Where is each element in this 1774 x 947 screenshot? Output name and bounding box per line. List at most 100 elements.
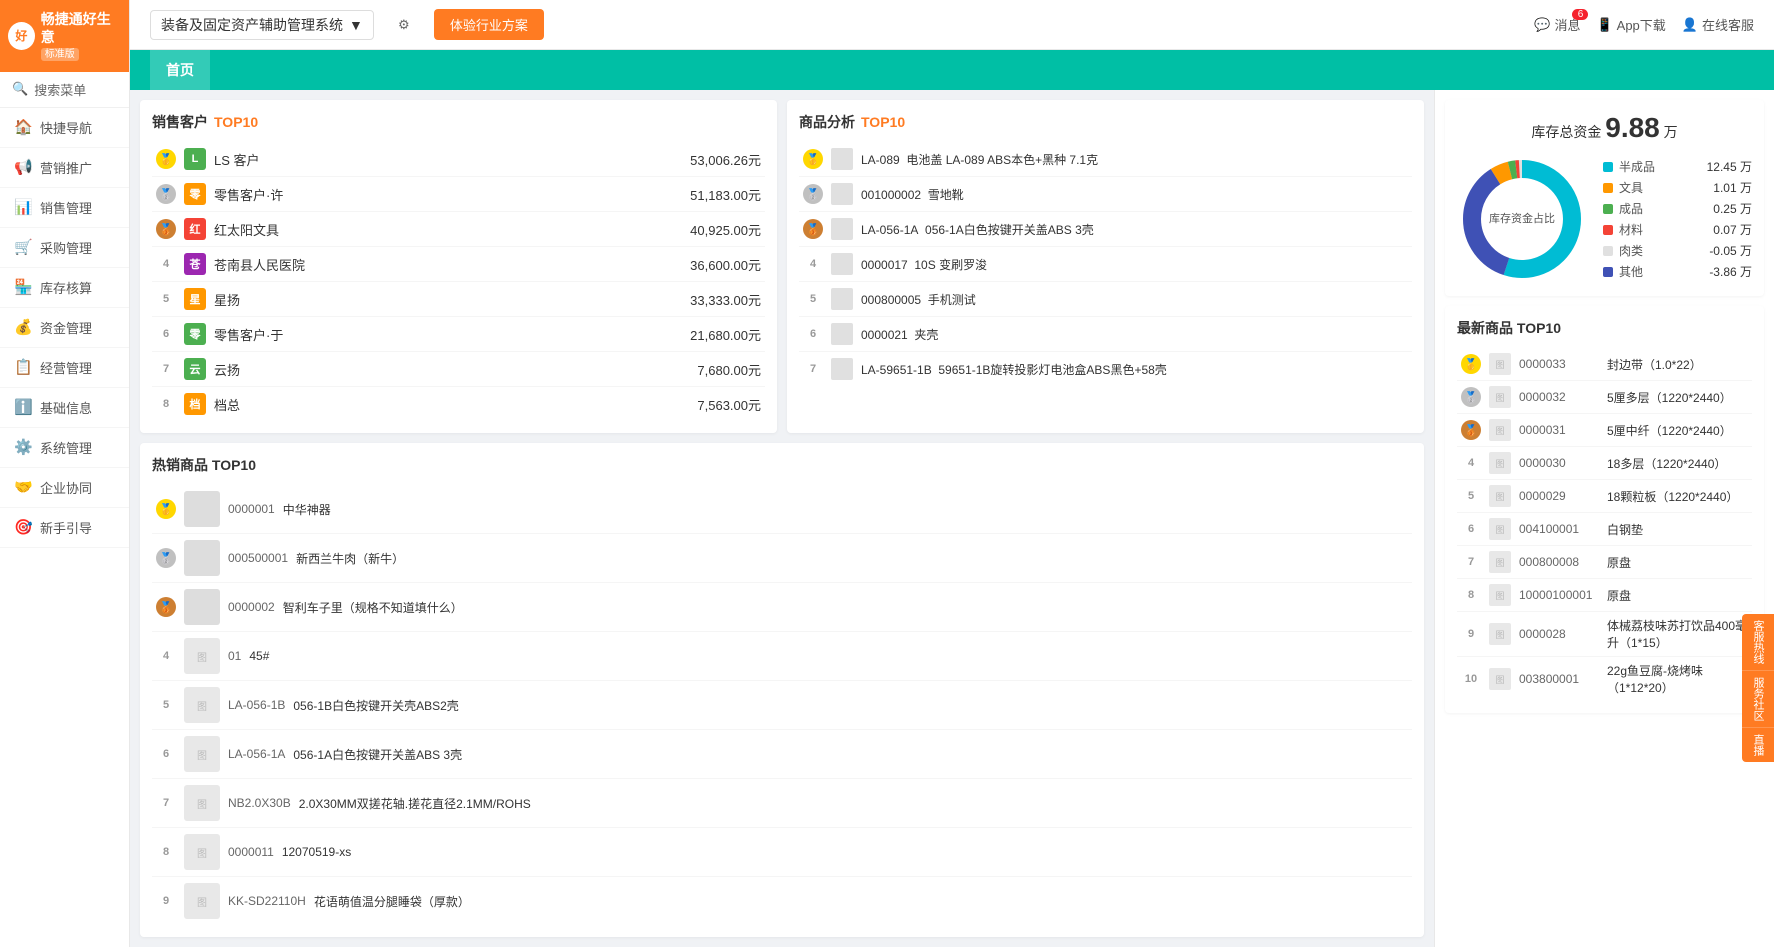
customer-name: 星扬 [214,290,682,309]
np-thumb: 图 [1489,518,1511,540]
customer-name: 零售客户·许 [214,185,682,204]
donut-chart: 库存资金占比 [1457,154,1587,284]
top-customer-row[interactable]: 🥈 零 零售客户·许 51,183.00元 [152,177,765,212]
sidebar-item-marketing[interactable]: 📢 营销推广 [0,148,129,188]
new-product-row[interactable]: 8 图 10000100001 原盘 [1457,579,1752,612]
new-products-card: 最新商品 TOP10 🥇 图 0000033 封边带（1.0*22） 🥈 图 0… [1445,306,1764,713]
new-product-row[interactable]: 🥇 图 0000033 封边带（1.0*22） [1457,348,1752,381]
top-product-row[interactable]: 6 0000021 夹壳 [799,317,1412,352]
hot-product-row[interactable]: 9 图 KK-SD22110H 花语萌值温分腿睡袋（厚款） [152,877,1412,925]
product-name: 2.0X30MM双搓花轴.搓花直径2.1MM/ROHS [299,795,531,812]
top-customer-row[interactable]: 6 零 零售客户·于 21,680.00元 [152,317,765,352]
sidebar-item-sales[interactable]: 📊 销售管理 [0,188,129,228]
legend-material: 材料 0.07 万 [1603,221,1752,238]
tab-home[interactable]: 首页 [150,50,210,90]
np-name: 白钢垫 [1607,521,1748,538]
float-community[interactable]: 服务社区 [1742,671,1774,728]
top-customer-row[interactable]: 8 档 档总 7,563.00元 [152,387,765,421]
rank-badge-1: 🥇 [156,149,176,169]
product-code: 000500001 [228,551,288,565]
top-products-right-list: 🥇 LA-089 电池盖 LA-089 ABS本色+黑种 7.1克 🥈 0010… [799,142,1412,386]
new-product-row[interactable]: 🥉 图 0000031 5厘中纤（1220*2440） [1457,414,1752,447]
trial-button[interactable]: 体验行业方案 [434,9,544,40]
np-thumb: 图 [1489,419,1511,441]
new-product-row[interactable]: 6 图 004100001 白钢垫 [1457,513,1752,546]
np-code: 10000100001 [1519,588,1599,602]
sidebar-item-quick-nav[interactable]: 🏠 快捷导航 [0,108,129,148]
hot-product-row[interactable]: 5 图 LA-056-1B 056-1B白色按键开关壳ABS2壳 [152,681,1412,730]
customer-service-button[interactable]: 👤 在线客服 [1682,15,1754,34]
sidebar-item-purchase[interactable]: 🛒 采购管理 [0,228,129,268]
new-product-row[interactable]: 5 图 0000029 18颗粒板（1220*2440） [1457,480,1752,513]
hot-products-title: 热销商品 TOP10 [152,455,1412,475]
np-code: 0000033 [1519,357,1599,371]
sidebar: 好 畅捷通好生意 标准版 🔍 搜索菜单 🏠 快捷导航 📢 营销推广 📊 销售管理… [0,0,130,947]
new-product-row[interactable]: 4 图 0000030 18多层（1220*2440） [1457,447,1752,480]
np-thumb: 图 [1489,452,1511,474]
sidebar-item-finance[interactable]: 💰 资金管理 [0,308,129,348]
new-product-row[interactable]: 🥈 图 0000032 5厘多层（1220*2440） [1457,381,1752,414]
sidebar-item-system[interactable]: ⚙️ 系统管理 [0,428,129,468]
np-thumb: 图 [1489,623,1511,645]
rank-badge-7: 7 [803,359,823,379]
product-thumb-placeholder [831,323,853,345]
cooperation-icon: 🤝 [14,478,32,496]
product-code: 0000001 [228,502,275,516]
top-product-row[interactable]: 🥈 001000002 雪地靴 [799,177,1412,212]
top-customer-row[interactable]: 4 苍 苍南县人民医院 36,600.00元 [152,247,765,282]
search-menu[interactable]: 🔍 搜索菜单 [0,72,129,108]
hot-product-row[interactable]: 7 图 NB2.0X30B 2.0X30MM双搓花轴.搓花直径2.1MM/ROH… [152,779,1412,828]
product-code: NB2.0X30B [228,796,291,810]
product-code: 0000011 [228,845,274,859]
legend-dot-meat [1603,246,1613,256]
legend-dot-semi [1603,162,1613,172]
sidebar-item-cooperation[interactable]: 🤝 企业协同 [0,468,129,508]
messages-button[interactable]: 💬 消息 6 [1534,15,1580,34]
new-product-row[interactable]: 7 图 000800008 原盘 [1457,546,1752,579]
product-code: LA-056-1A [228,747,285,761]
message-icon: 💬 [1534,17,1550,33]
system-selector[interactable]: 装备及固定资产辅助管理系统 ▼ [150,10,374,40]
hot-product-row[interactable]: 8 图 0000011 12070519-xs [152,828,1412,877]
legend-semi: 半成品 12.45 万 [1603,158,1752,175]
settings-button[interactable]: ⚙ [390,11,418,39]
product-name: 智利车子里（规格不知道填什么） [283,599,463,616]
top-product-row[interactable]: 4 0000017 10S 变刷罗浚 [799,247,1412,282]
customer-avatar: 苍 [184,253,206,275]
rank-badge-1: 🥇 [156,499,176,519]
np-code: 004100001 [1519,522,1599,536]
float-live[interactable]: 直播 [1742,728,1774,762]
top-customer-row[interactable]: 5 星 星扬 33,333.00元 [152,282,765,317]
top-product-row[interactable]: 🥉 LA-056-1A 056-1A白色按键开关盖ABS 3壳 [799,212,1412,247]
top-customer-row[interactable]: 🥇 L LS 客户 53,006.26元 [152,142,765,177]
hot-product-row[interactable]: 4 图 01 45# [152,632,1412,681]
sidebar-item-guide[interactable]: 🎯 新手引导 [0,508,129,548]
top-product-row[interactable]: 7 LA-59651-1B 59651-1B旋转投影灯电池盒ABS黑色+58壳 [799,352,1412,386]
finance-icon: 💰 [14,318,32,336]
hot-product-row[interactable]: 🥈 000500001 新西兰牛肉（新牛） [152,534,1412,583]
sidebar-item-basic-info[interactable]: ℹ️ 基础信息 [0,388,129,428]
top-product-row[interactable]: 🥇 LA-089 电池盖 LA-089 ABS本色+黑种 7.1克 [799,142,1412,177]
sidebar-item-inventory[interactable]: 🏪 库存核算 [0,268,129,308]
float-customer-service[interactable]: 客服热线 [1742,614,1774,671]
top-customer-row[interactable]: 🥉 红 红太阳文具 40,925.00元 [152,212,765,247]
hot-product-row[interactable]: 🥉 0000002 智利车子里（规格不知道填什么） [152,583,1412,632]
hot-product-row[interactable]: 6 图 LA-056-1A 056-1A白色按键开关盖ABS 3壳 [152,730,1412,779]
rank-badge-2: 🥈 [156,548,176,568]
rank-badge-8: 8 [156,842,176,862]
stock-card: 库存总资金 9.88 万 [1445,100,1764,296]
new-product-row[interactable]: 10 图 003800001 22g鱼豆腐-烧烤味（1*12*20） [1457,657,1752,701]
svg-text:库存资金占比: 库存资金占比 [1489,211,1555,225]
app-download-button[interactable]: 📱 App下载 [1596,15,1665,34]
rank-badge-5: 5 [156,695,176,715]
top-customer-row[interactable]: 7 云 云扬 7,680.00元 [152,352,765,387]
product-name: 056-1B白色按键开关壳ABS2壳 [293,697,458,714]
product-info: 000800005 手机测试 [861,291,1408,308]
hot-product-row[interactable]: 🥇 0000001 中华神器 [152,485,1412,534]
legend-other: 其他 -3.86 万 [1603,263,1752,280]
new-product-row[interactable]: 9 图 0000028 体械荔枝味苏打饮品400毫升（1*15） [1457,612,1752,657]
np-code: 0000028 [1519,627,1599,641]
sidebar-item-management[interactable]: 📋 经营管理 [0,348,129,388]
top-product-row[interactable]: 5 000800005 手机测试 [799,282,1412,317]
product-thumb-placeholder [831,288,853,310]
